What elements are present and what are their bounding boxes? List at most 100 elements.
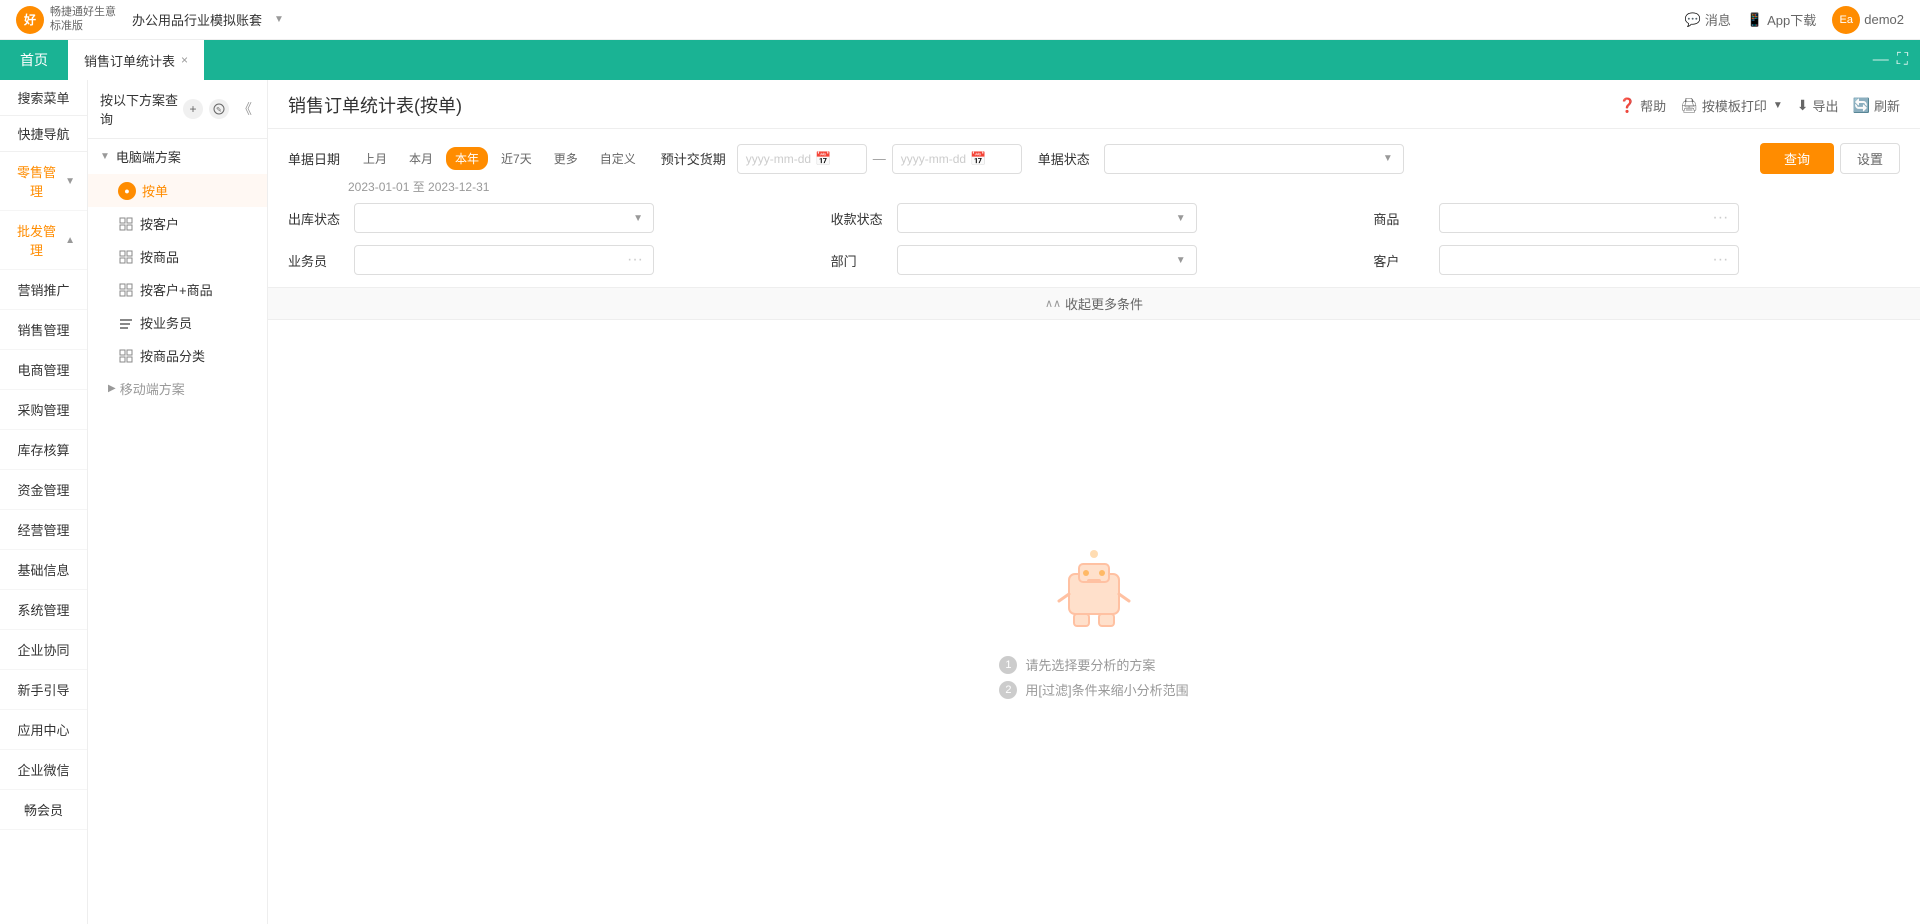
ship-status-arrow-icon: ▼ (633, 213, 643, 224)
tip-1-number: 1 (999, 656, 1017, 674)
query-actions: 查询 设置 (1760, 143, 1900, 174)
wholesale-arrow-icon: ▲ (65, 235, 75, 246)
collapse-bar[interactable]: ∧∧ 收起更多条件 (268, 287, 1920, 319)
user-profile[interactable]: Ea demo2 (1832, 6, 1904, 34)
order-status-select[interactable]: ▼ (1104, 144, 1404, 174)
scheme-item-by-customer[interactable]: 按客户 (88, 207, 267, 240)
salesperson-select[interactable]: ··· (354, 245, 654, 275)
sidebar-item-newuser[interactable]: 新手引导 (0, 670, 87, 710)
sidebar-item-appcenter[interactable]: 应用中心 (0, 710, 87, 750)
date-range-display: 2023-01-01 至 2023-12-31 (348, 178, 1900, 195)
message-button[interactable]: 💬 消息 (1685, 10, 1731, 29)
dept-arrow-icon: ▼ (1176, 255, 1186, 266)
topbar: 好 畅捷通好生意 标准版 办公用品行业模拟账套 ▼ 💬 消息 📱 App下载 E… (0, 0, 1920, 40)
product-select[interactable]: ··· (1439, 203, 1739, 233)
product-label: 商品 (1373, 209, 1433, 228)
refresh-button[interactable]: 🔄 刷新 (1853, 96, 1900, 115)
sidebar-item-operations[interactable]: 经营管理 (0, 510, 87, 550)
scheme-section-desktop-header[interactable]: ▼ 电脑端方案 (88, 139, 267, 174)
window-maximize-icon[interactable]: ⛶ (1897, 51, 1908, 69)
svg-text:✎: ✎ (216, 107, 222, 114)
by-customer-icon (118, 216, 134, 232)
salesperson-label: 业务员 (288, 251, 348, 270)
date-btn-more[interactable]: 更多 (545, 147, 587, 170)
app-download-button[interactable]: 📱 App下载 (1747, 10, 1816, 29)
date-btn-custom[interactable]: 自定义 (591, 147, 645, 170)
product-more-icon[interactable]: ··· (1712, 209, 1728, 227)
topbar-right: 💬 消息 📱 App下载 Ea demo2 (1685, 6, 1904, 34)
tab-sales-order-stats[interactable]: 销售订单统计表 × (68, 40, 204, 80)
calendar-start-icon: 📅 (815, 151, 831, 167)
scheme-item-by-order[interactable]: ● 按单 (88, 174, 267, 207)
logo-text: 畅捷通好生意 标准版 (50, 6, 116, 32)
query-button[interactable]: 查询 (1760, 143, 1834, 174)
filter-ship-group: 出库状态 ▼ (288, 203, 815, 233)
filter-row-3: 业务员 ··· 部门 ▼ 客户 (288, 245, 1900, 275)
scheme-item-by-salesperson[interactable]: 按业务员 (88, 306, 267, 339)
scheme-edit-button[interactable]: ✎ (209, 99, 229, 119)
date-separator: — (873, 151, 886, 166)
tab-home[interactable]: 首页 (0, 40, 68, 80)
sidebar-item-finance[interactable]: 资金管理 (0, 470, 87, 510)
sidebar-item-wechat[interactable]: 企业微信 (0, 750, 87, 790)
sidebar-item-member[interactable]: 畅会员 (0, 790, 87, 830)
order-status-arrow-icon: ▼ (1383, 153, 1393, 164)
sidebar-search[interactable]: 搜索菜单 (0, 80, 87, 116)
sidebar-item-purchase[interactable]: 采购管理 (0, 390, 87, 430)
print-icon: 🖨 (1680, 97, 1698, 114)
export-button[interactable]: ⬇ 导出 (1797, 96, 1839, 115)
edit-icon: ✎ (213, 103, 225, 115)
tab-close-icon[interactable]: × (181, 53, 188, 67)
app-download-icon: 📱 (1747, 12, 1763, 28)
dept-select[interactable]: ▼ (897, 245, 1197, 275)
scheme-item-by-product[interactable]: 按商品 (88, 240, 267, 273)
filter-order-status-group: 单据状态 ▼ (1038, 144, 1744, 174)
filter-row-1: 单据日期 上月 本月 本年 近7天 更多 自定义 预计交货期 yyyy-mm-d… (288, 143, 1900, 174)
by-category-icon (118, 348, 134, 364)
sidebar: 搜索菜单 快捷导航 零售管理 ▼ 批发管理 ▲ 营销推广 销售管理 电商管理 采… (0, 80, 88, 924)
export-icon: ⬇ (1797, 97, 1809, 114)
date-btn-this-month[interactable]: 本月 (400, 147, 442, 170)
sidebar-item-basics[interactable]: 基础信息 (0, 550, 87, 590)
scheme-collapse-button[interactable]: 《 (235, 99, 255, 119)
sidebar-item-system[interactable]: 系统管理 (0, 590, 87, 630)
window-minimize-icon[interactable]: — (1873, 51, 1889, 69)
customer-more-icon[interactable]: ··· (1712, 251, 1728, 269)
dept-label: 部门 (831, 251, 891, 270)
scheme-item-by-customer-product[interactable]: 按客户+商品 (88, 273, 267, 306)
scheme-item-by-category[interactable]: 按商品分类 (88, 339, 267, 372)
filter-dept-group: 部门 ▼ (831, 245, 1358, 275)
filter-date-group: 单据日期 上月 本月 本年 近7天 更多 自定义 (288, 147, 645, 170)
date-btn-this-year[interactable]: 本年 (446, 147, 488, 170)
settings-button[interactable]: 设置 (1840, 143, 1900, 174)
salesperson-more-icon[interactable]: ··· (627, 251, 643, 269)
sidebar-item-marketing[interactable]: 营销推广 (0, 270, 87, 310)
delivery-date-end[interactable]: yyyy-mm-dd 📅 (892, 144, 1022, 174)
sidebar-item-sales[interactable]: 销售管理 (0, 310, 87, 350)
app-title-dropdown[interactable]: ▼ (274, 14, 284, 25)
by-salesperson-icon (118, 315, 134, 331)
scheme-add-button[interactable]: + (183, 99, 203, 119)
sidebar-item-wholesale[interactable]: 批发管理 ▲ (0, 211, 87, 270)
customer-select[interactable]: ··· (1439, 245, 1739, 275)
scheme-section-mobile-header[interactable]: ▶ 移动端方案 (88, 372, 267, 405)
sidebar-quick-nav[interactable]: 快捷导航 (0, 116, 87, 152)
sidebar-item-ecommerce[interactable]: 电商管理 (0, 350, 87, 390)
order-status-label: 单据状态 (1038, 149, 1098, 168)
sidebar-item-inventory[interactable]: 库存核算 (0, 430, 87, 470)
delivery-date-start[interactable]: yyyy-mm-dd 📅 (737, 144, 867, 174)
sidebar-item-retail[interactable]: 零售管理 ▼ (0, 152, 87, 211)
payment-status-select[interactable]: ▼ (897, 203, 1197, 233)
print-dropdown-icon[interactable]: ▼ (1773, 100, 1783, 111)
page-title-actions: ❓ 帮助 🖨 按模板打印 ▼ ⬇ 导出 🔄 刷新 (1619, 96, 1900, 115)
help-button[interactable]: ❓ 帮助 (1619, 96, 1666, 115)
ship-status-select[interactable]: ▼ (354, 203, 654, 233)
collapse-icon: ∧∧ (1045, 297, 1061, 310)
date-btn-7days[interactable]: 近7天 (492, 147, 541, 170)
print-button[interactable]: 🖨 按模板打印 ▼ (1680, 96, 1783, 115)
mobile-section-arrow-icon: ▶ (108, 383, 116, 394)
tabbar: 首页 销售订单统计表 × — ⛶ (0, 40, 1920, 80)
empty-tips: 1 请先选择要分析的方案 2 用[过滤]条件来缩小分析范围 (999, 655, 1188, 705)
sidebar-item-enterprise[interactable]: 企业协同 (0, 630, 87, 670)
date-btn-last-month[interactable]: 上月 (354, 147, 396, 170)
